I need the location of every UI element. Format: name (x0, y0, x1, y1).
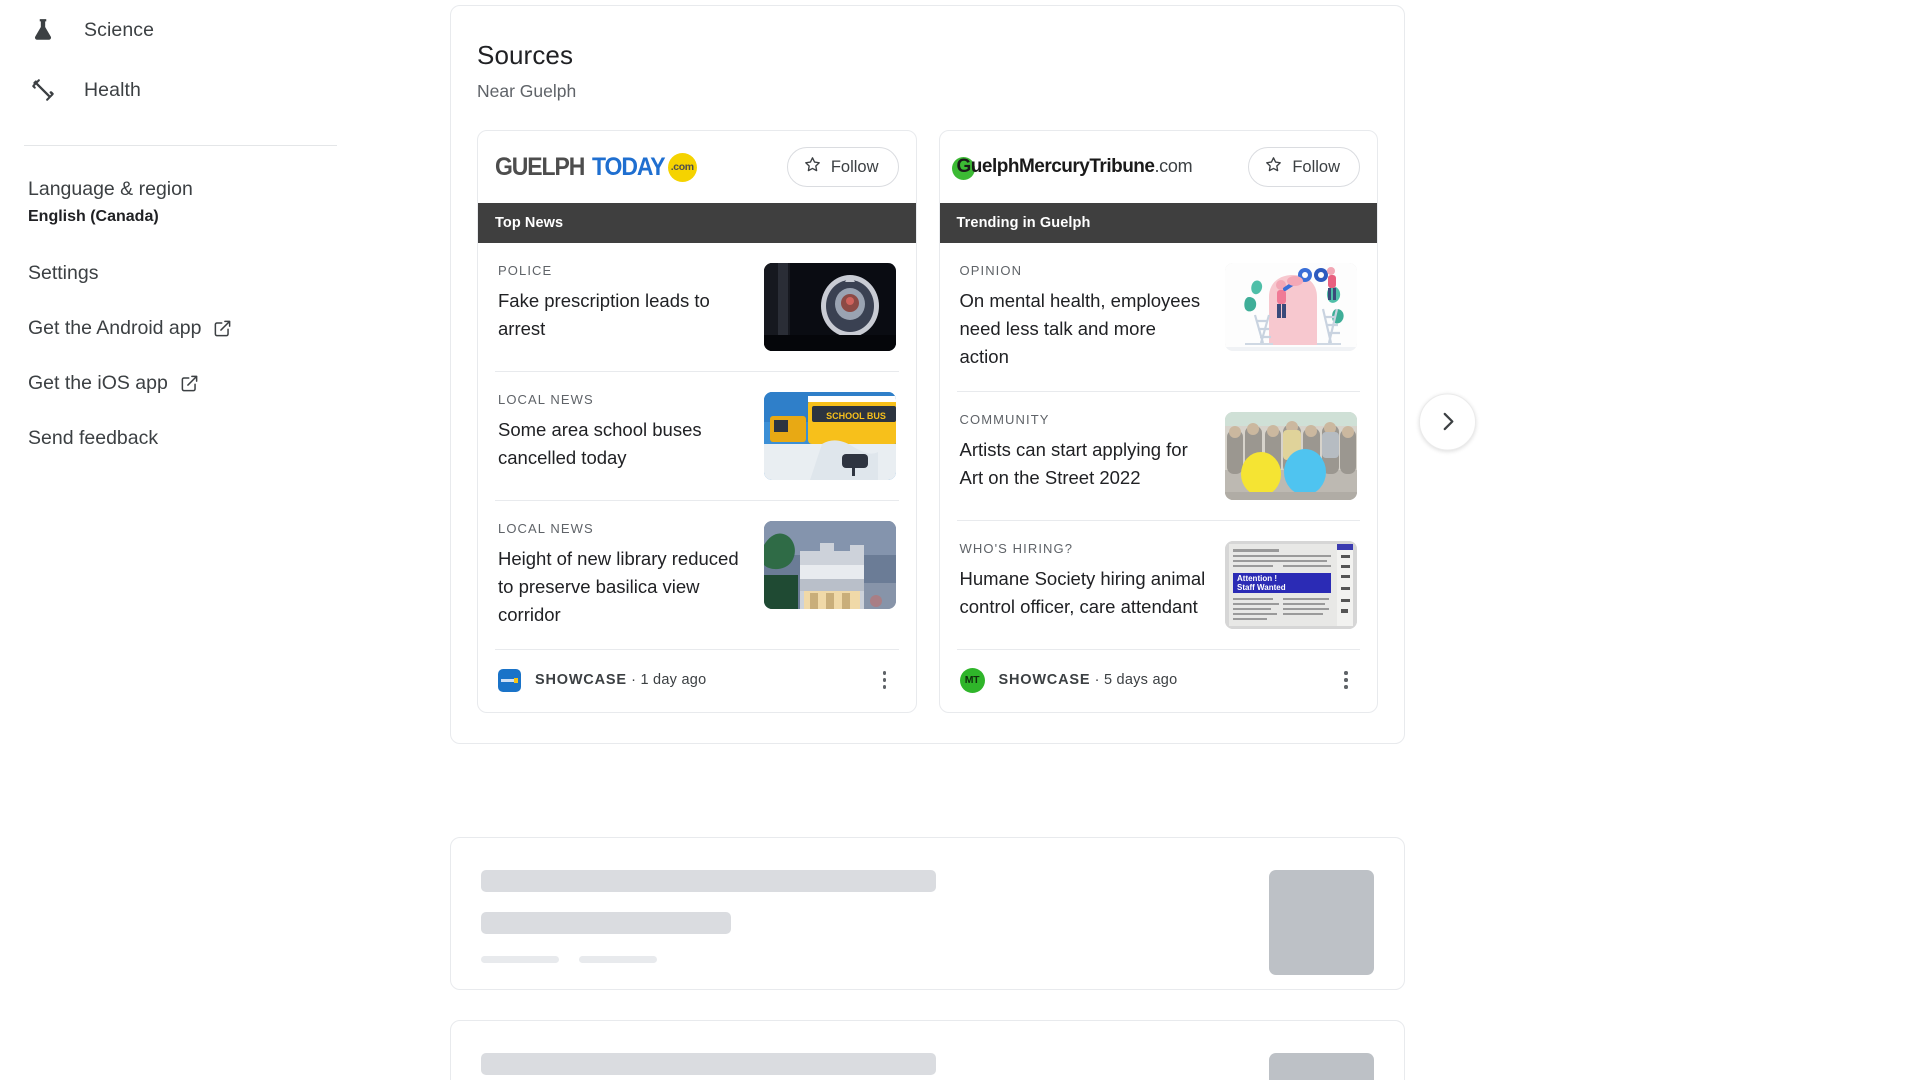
follow-label: Follow (1292, 157, 1340, 176)
follow-button[interactable]: Follow (1248, 147, 1360, 187)
article-title: Height of new library reduced to preserv… (498, 548, 739, 625)
section-bar: Trending in Guelph (939, 203, 1377, 243)
publisher-footer: SHOWCASE · 1 day ago (478, 650, 916, 712)
language-region-value: English (Canada) (28, 208, 159, 225)
article-thumbnail-mental-health-illustration (1225, 263, 1357, 351)
footer-separator: · (631, 672, 637, 688)
svg-text:Attention !: Attention ! (1237, 574, 1277, 583)
flask-icon (28, 15, 58, 45)
article-title: On mental health, employees need less ta… (959, 290, 1201, 367)
article-item[interactable]: POLICE Fake prescription leads to arrest (495, 243, 899, 372)
skeleton-thumbnail (1269, 870, 1374, 975)
article-kicker: LOCAL NEWS (498, 392, 594, 407)
article-kicker: OPINION (959, 263, 1023, 278)
publisher-card-guelphtoday[interactable]: GUELPH TODAY .com Follow Top News POLICE… (477, 130, 917, 713)
sources-panel: Sources Near Guelph GUELPH TODAY .com Fo… (450, 5, 1476, 744)
star-outline-icon (803, 155, 822, 179)
star-outline-icon (1264, 155, 1283, 179)
publisher-footer-meta: SHOWCASE · 5 days ago (999, 672, 1178, 688)
publisher-favicon (498, 668, 521, 692)
article-list: POLICE Fake prescription leads to arrest (478, 243, 916, 650)
carousel-next-button[interactable] (1419, 393, 1476, 450)
article-kicker: WHO'S HIRING? (959, 541, 1074, 556)
showcase-label: SHOWCASE (535, 672, 627, 688)
sidebar-item-label: Health (84, 78, 141, 101)
loading-placeholder-card (450, 837, 1405, 990)
android-app-label: Get the Android app (28, 317, 202, 339)
footer-separator: · (1094, 672, 1100, 688)
publisher-footer-meta: SHOWCASE · 1 day ago (535, 672, 706, 688)
main-content: Sources Near Guelph GUELPH TODAY .com Fo… (365, 0, 1920, 1080)
dumbbell-icon (28, 75, 58, 105)
article-item[interactable]: WHO'S HIRING? Humane Society hiring anim… (956, 521, 1360, 650)
article-title: Some area school buses cancelled today (498, 419, 702, 468)
follow-button[interactable]: Follow (786, 147, 899, 187)
send-feedback-label: Send feedback (28, 427, 159, 449)
sidebar-item-science[interactable]: Science (0, 0, 365, 60)
article-title: Artists can start applying for Art on th… (959, 439, 1188, 488)
article-item[interactable]: OPINION On mental health, employees need… (956, 243, 1360, 392)
logo-part-guelph: GUELPH (495, 152, 585, 181)
footer-timestamp: 1 day ago (640, 672, 707, 688)
external-link-icon (213, 319, 232, 338)
article-item[interactable]: LOCAL NEWS Some area school buses cancel… (495, 372, 899, 501)
sidebar-item-settings[interactable]: Settings (28, 262, 337, 285)
article-thumbnail-police-badge (763, 263, 896, 351)
publisher-favicon: MT (959, 667, 985, 693)
page-subtitle: Near Guelph (477, 81, 577, 101)
sidebar-item-health[interactable]: Health (0, 60, 365, 120)
loading-placeholder-card (450, 1020, 1405, 1080)
sidebar-item-language-region[interactable]: Language & region English (Canada) (28, 176, 337, 230)
article-kicker: LOCAL NEWS (498, 521, 594, 536)
skeleton-line (481, 1053, 936, 1075)
skeleton-line-small (579, 956, 657, 963)
skeleton-line (481, 912, 731, 934)
publisher-footer: MT SHOWCASE · 5 days ago (940, 650, 1378, 712)
sidebar-item-send-feedback[interactable]: Send feedback (28, 427, 337, 450)
guelphtoday-logo: GUELPH TODAY .com (495, 152, 697, 182)
sidebar: Science Health Language & region English… (0, 0, 365, 1080)
article-thumbnail-library-building (763, 521, 896, 609)
article-item[interactable]: COMMUNITY Artists can start applying for… (956, 392, 1360, 521)
footer-timestamp: 5 days ago (1103, 672, 1178, 688)
publisher-card-guelphmercurytribune[interactable]: GuelphMercuryTribune .com Follow Trendin… (938, 130, 1378, 713)
svg-text:SCHOOL BUS: SCHOOL BUS (826, 411, 886, 421)
more-options-icon[interactable] (871, 666, 899, 694)
news-settings-page: Science Health Language & region English… (0, 0, 1920, 1080)
logo-dotcom-badge: .com (667, 152, 697, 182)
article-list: OPINION On mental health, employees need… (940, 243, 1378, 650)
publisher-header: GuelphMercuryTribune .com Follow (940, 131, 1378, 203)
page-title: Sources (477, 40, 574, 70)
publisher-header: GUELPH TODAY .com Follow (478, 131, 916, 203)
follow-label: Follow (830, 157, 879, 176)
article-title: Humane Society hiring animal control off… (959, 568, 1206, 617)
article-title: Fake prescription leads to arrest (498, 290, 710, 339)
sidebar-item-ios-app[interactable]: Get the iOS app (28, 372, 337, 395)
svg-text:Staff Wanted: Staff Wanted (1237, 583, 1286, 592)
article-thumbnail-staff-wanted-newspaper: Attention ! Staff Wanted (1225, 541, 1357, 629)
article-kicker: COMMUNITY (959, 412, 1050, 427)
sidebar-item-android-app[interactable]: Get the Android app (28, 317, 337, 340)
logo-part-today: TODAY (591, 152, 666, 181)
article-thumbnail-school-bus: SCHOOL BUS (763, 392, 896, 480)
settings-label: Settings (28, 262, 99, 284)
logo-part-name: GuelphMercuryTribune (956, 156, 1155, 177)
guelphmercurytribune-logo: GuelphMercuryTribune .com (951, 156, 1193, 180)
section-bar: Top News (478, 203, 916, 243)
sidebar-divider (24, 145, 337, 146)
sidebar-item-label: Science (84, 18, 155, 41)
article-thumbnail-crowd-balloons (1225, 412, 1357, 500)
showcase-label: SHOWCASE (998, 672, 1091, 688)
ios-app-label: Get the iOS app (28, 372, 168, 394)
skeleton-thumbnail (1269, 1053, 1374, 1080)
publisher-cards-row: GUELPH TODAY .com Follow Top News POLICE… (477, 130, 1476, 713)
language-region-title: Language & region (28, 178, 193, 200)
article-kicker: POLICE (498, 263, 553, 278)
external-link-icon (180, 374, 199, 393)
article-item[interactable]: LOCAL NEWS Height of new library reduced… (495, 501, 899, 650)
skeleton-line (481, 870, 936, 892)
logo-part-dotcom: .com (1154, 156, 1193, 176)
skeleton-line-small (481, 956, 559, 963)
more-options-icon[interactable] (1332, 666, 1360, 694)
